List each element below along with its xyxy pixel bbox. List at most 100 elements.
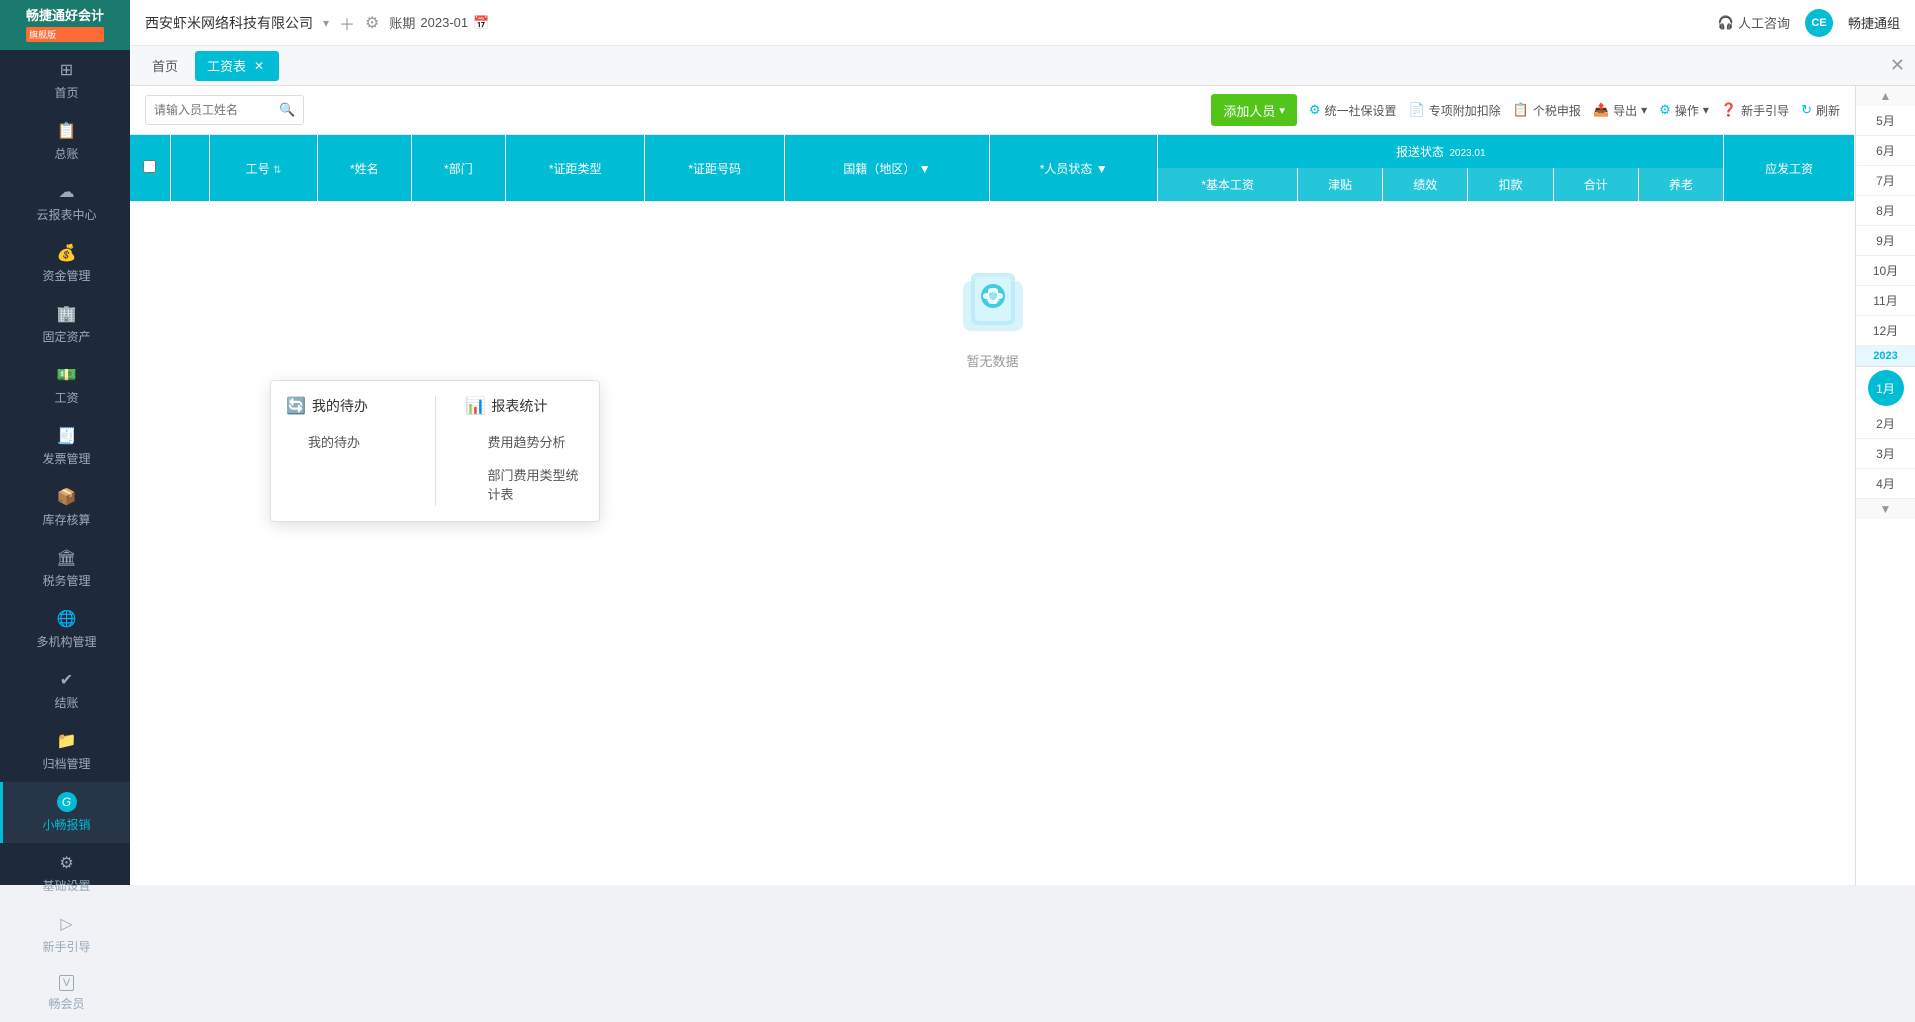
sidebar-item-label: 资金管理 — [42, 267, 90, 284]
sidebar-item-general-ledger[interactable]: 📋 总账 — [0, 111, 130, 172]
empty-text: 暂无数据 — [966, 351, 1018, 370]
popup-section-todo: 🔄 我的待办 我的待办 — [286, 396, 405, 506]
sidebar-item-multi-org[interactable]: 🌐 多机构管理 — [0, 599, 130, 660]
col-total: 合计 — [1553, 168, 1638, 201]
close-panel-button[interactable]: ✕ — [1890, 55, 1905, 75]
invoice-icon: 🧾 — [57, 426, 77, 446]
sidebar-item-xiaochang-expense[interactable]: G 小畅报销 — [0, 782, 130, 843]
add-person-label: 添加人员 — [1223, 101, 1275, 120]
sidebar-item-settlement[interactable]: ✔ 结账 — [0, 660, 130, 721]
sidebar-item-fixed-assets[interactable]: 🏢 固定资产 — [0, 294, 130, 355]
search-input[interactable] — [154, 103, 274, 117]
calendar-icon[interactable]: 📅 — [473, 15, 489, 31]
guide-icon: ▷ — [60, 914, 72, 934]
sidebar-item-salary[interactable]: 💵 工资 — [0, 355, 130, 416]
month-item[interactable]: 6月 — [1856, 136, 1915, 166]
sidebar-item-label: 发票管理 — [42, 450, 90, 467]
select-all-checkbox[interactable] — [143, 160, 156, 173]
tab-salary-table[interactable]: 工资表 ✕ — [195, 51, 279, 81]
topbar-right: 🎧 人工咨询 CE 畅捷通组 — [1718, 9, 1900, 37]
salary-table: 工号 ⇅ *姓名 *部门 *证距类型 — [130, 135, 1855, 201]
logo-badge: 旗舰版 — [26, 27, 104, 42]
month-item[interactable]: 8月 — [1856, 196, 1915, 226]
tab-salary-table-label: 工资表 — [207, 56, 246, 75]
sidebar-item-home[interactable]: ⊞ 首页 — [0, 50, 130, 111]
xiaochang-dropdown-popup: 🔄 我的待办 我的待办 📊 报表统计 费用趋势分析 部门费用类型统计表 — [270, 380, 600, 522]
building-icon: 🏢 — [57, 304, 77, 324]
sidebar-item-label: 多机构管理 — [36, 633, 96, 650]
company-dropdown-icon[interactable]: ▾ — [323, 16, 329, 30]
period-label: 账期 — [389, 13, 415, 32]
personal-tax-button[interactable]: 📋 个税申报 — [1513, 102, 1581, 119]
month-active-item[interactable]: 1月 — [1868, 370, 1904, 406]
export-button[interactable]: 📤 导出 ▾ — [1593, 102, 1647, 119]
sidebar-item-basic-settings[interactable]: ⚙ 基础设置 — [0, 843, 130, 904]
name-sort-icon[interactable]: ⇅ — [273, 165, 281, 176]
home-icon: ⊞ — [60, 60, 73, 80]
status-filter-icon[interactable]: ▼ — [919, 162, 931, 176]
popup-item-expense-trend[interactable]: 费用趋势分析 — [466, 429, 585, 454]
col-status: 国籍（地区） ▼ — [784, 135, 989, 201]
cloud-icon: ☁ — [59, 182, 75, 202]
month-scroll-down-button[interactable]: ▼ — [1856, 499, 1915, 519]
tab-home[interactable]: 首页 — [140, 51, 190, 81]
refresh-label: 刷新 — [1816, 102, 1840, 119]
sidebar-item-tax[interactable]: 🏛 税务管理 — [0, 538, 130, 599]
col-id-type: *部门 — [411, 135, 505, 201]
col-emp-no — [170, 135, 210, 201]
company-settings-icon[interactable]: ⚙ — [365, 13, 379, 33]
fund-icon: 💰 — [57, 243, 77, 263]
month-item[interactable]: 10月 — [1856, 256, 1915, 286]
month-item[interactable]: 9月 — [1856, 226, 1915, 256]
month-scroll-up-button[interactable]: ▲ — [1856, 86, 1915, 106]
month-item[interactable]: 2月 — [1856, 409, 1915, 439]
popup-reports-title: 报表统计 — [491, 396, 547, 416]
popup-item-dept-expense[interactable]: 部门费用类型统计表 — [466, 462, 585, 506]
social-insurance-button[interactable]: ⚙ 统一社保设置 — [1309, 102, 1397, 119]
sidebar-item-label: 新手引导 — [42, 938, 90, 955]
tab-close-button[interactable]: ✕ — [251, 58, 267, 74]
add-company-button[interactable]: ＋ — [339, 11, 355, 35]
refresh-button[interactable]: ↻ 刷新 — [1801, 102, 1840, 119]
search-wrap: 🔍 — [145, 95, 304, 125]
expense-icon: G — [57, 792, 77, 812]
month-item[interactable]: 4月 — [1856, 469, 1915, 499]
inventory-icon: 📦 — [57, 487, 77, 507]
popup-item-mytodo[interactable]: 我的待办 — [286, 429, 405, 454]
sidebar-item-label: 工资 — [54, 389, 78, 406]
sidebar-item-cloud-reports[interactable]: ☁ 云报表中心 — [0, 172, 130, 233]
add-person-button[interactable]: 添加人员 ▾ — [1211, 94, 1297, 126]
report-filter-icon[interactable]: ▼ — [1096, 162, 1108, 176]
month-item[interactable]: 5月 — [1856, 106, 1915, 136]
operate-button[interactable]: ⚙ 操作 ▾ — [1659, 102, 1709, 119]
main-area: 西安虾米网络科技有限公司 ▾ ＋ ⚙ 账期 2023-01 📅 🎧 人工咨询 C… — [130, 0, 1915, 885]
sidebar-item-archive[interactable]: 📁 归档管理 — [0, 721, 130, 782]
month-item[interactable]: 11月 — [1856, 286, 1915, 316]
tax-icon: 🏛 — [56, 548, 76, 568]
col-pension: 养老 — [1638, 168, 1723, 201]
sidebar-item-inventory[interactable]: 📦 库存核算 — [0, 477, 130, 538]
sidebar-item-invoice[interactable]: 🧾 发票管理 — [0, 416, 130, 477]
month-item[interactable]: 7月 — [1856, 166, 1915, 196]
month-item[interactable]: 3月 — [1856, 439, 1915, 469]
new-guide-button[interactable]: ❓ 新手引导 — [1721, 102, 1789, 119]
sidebar: 畅捷通好会计 旗舰版 ⊞ 首页 📋 总账 ☁ 云报表中心 💰 资金管理 🏢 固定… — [0, 0, 130, 885]
operate-label: 操作 — [1675, 102, 1699, 119]
customer-service-button[interactable]: 🎧 人工咨询 — [1718, 13, 1790, 32]
special-deduct-icon: 📄 — [1409, 102, 1425, 118]
sidebar-item-new-guide[interactable]: ▷ 新手引导 — [0, 904, 130, 965]
sidebar-item-member[interactable]: V 畅会员 — [0, 965, 130, 1022]
sidebar-item-label: 首页 — [54, 84, 78, 101]
new-guide-label: 新手引导 — [1741, 102, 1789, 119]
col-checkbox — [130, 135, 170, 201]
user-name[interactable]: 畅捷通组 — [1848, 13, 1900, 32]
service-label: 人工咨询 — [1738, 13, 1790, 32]
sidebar-item-fund-mgmt[interactable]: 💰 资金管理 — [0, 233, 130, 294]
sidebar-item-label: 畅会员 — [48, 995, 84, 1012]
month-item[interactable]: 12月 — [1856, 316, 1915, 346]
special-deduct-button[interactable]: 📄 专项附加扣除 — [1409, 102, 1501, 119]
user-avatar: CE — [1805, 9, 1833, 37]
personal-tax-label: 个税申报 — [1533, 102, 1581, 119]
export-icon: 📤 — [1593, 102, 1609, 118]
settings-icon: ⚙ — [59, 853, 73, 873]
